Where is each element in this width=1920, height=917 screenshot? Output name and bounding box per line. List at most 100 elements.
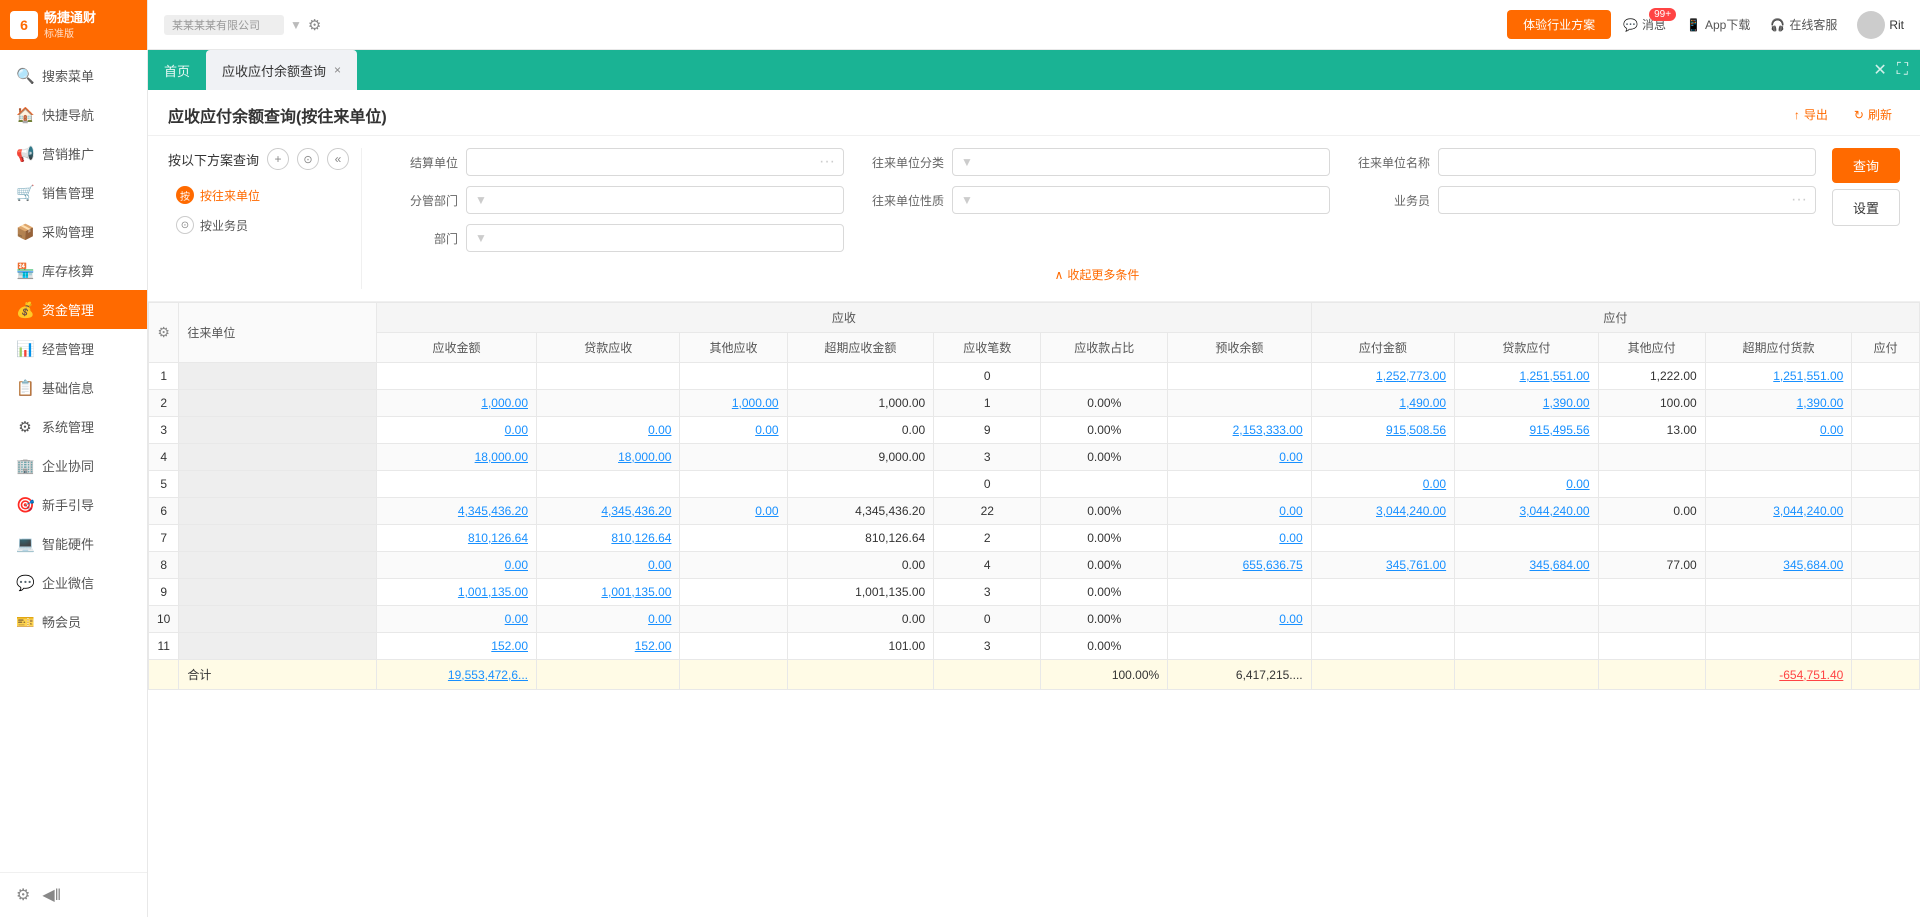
table-col-settings-icon[interactable]: ⚙ [157, 324, 170, 340]
topbar-user[interactable]: Rit [1857, 11, 1904, 39]
scheme-by-unit[interactable]: 按 按往来单位 [168, 182, 349, 208]
logo-subtitle: 标准版 [44, 25, 96, 40]
table-row: 11152.00152.00101.0030.00% [149, 633, 1920, 660]
table-row: 418,000.0018,000.009,000.0030.00%0.00 [149, 444, 1920, 471]
filter-collapse-row[interactable]: ∧ 收起更多条件 [378, 260, 1816, 289]
export-button[interactable]: ↑ 导出 [1786, 102, 1836, 127]
wechat-icon: 💬 [16, 574, 34, 592]
topbar-breadcrumb: 某某某某有限公司 ▼ ⚙ [164, 15, 1495, 35]
sidebar-item-label: 企业协同 [42, 456, 94, 475]
sidebar-item-label: 基础信息 [42, 378, 94, 397]
topbar-message[interactable]: 💬 消息 99+ [1623, 16, 1666, 33]
topbar-service[interactable]: 🎧 在线客服 [1770, 16, 1837, 33]
filter-settlement-unit: 结算单位 ··· [378, 148, 844, 176]
sidebar-item-quick-nav[interactable]: 🏠 快捷导航 [0, 95, 147, 134]
filter-fields: 结算单位 ··· 往来单位分类 ▼ 往来单位名称 [378, 148, 1816, 289]
sidebar-item-hardware[interactable]: 💻 智能硬件 [0, 524, 147, 563]
topbar-chevron[interactable]: ▼ [290, 18, 302, 32]
settings-footer-icon[interactable]: ⚙ [16, 885, 30, 905]
topbar-gear[interactable]: ⚙ [308, 16, 321, 34]
tab-home-label: 首页 [164, 61, 190, 80]
col-ap-amount: 应付金额 [1311, 333, 1454, 363]
sidebar-item-search[interactable]: 🔍 搜索菜单 [0, 56, 147, 95]
refresh-icon: ↻ [1854, 108, 1864, 122]
col-ar-amount: 应收金额 [377, 333, 537, 363]
filter-settings-button[interactable]: ⊙ [297, 148, 319, 170]
page-title: 应收应付余额查询(按往来单位) [168, 103, 387, 127]
page-header: 应收应付余额查询(按往来单位) ↑ 导出 ↻ 刷新 [148, 90, 1920, 136]
total-ar-pct: 100.00% [1041, 660, 1168, 690]
sales-icon: 🛒 [16, 184, 34, 202]
scheme-by-staff[interactable]: ⊙ 按业务员 [168, 212, 349, 238]
dept-input[interactable]: ▼ [466, 224, 844, 252]
tab-bar: 首页 应收应付余额查询 × ✕ ⛶ [148, 50, 1920, 90]
scheme-unit-label: 按往来单位 [200, 187, 260, 204]
sidebar-item-sales[interactable]: 🛒 销售管理 [0, 173, 147, 212]
query-button[interactable]: 查询 [1832, 148, 1900, 183]
sidebar-item-label: 搜索菜单 [42, 66, 94, 85]
col-ar-loan: 贷款应收 [537, 333, 680, 363]
sidebar-item-purchase[interactable]: 📦 采购管理 [0, 212, 147, 251]
collapse-sidebar-icon[interactable]: ◀‖ [42, 885, 61, 905]
filter-unit-nature: 往来单位性质 ▼ [864, 186, 1330, 214]
filter-collapse-button[interactable]: « [327, 148, 349, 170]
unit-nature-input[interactable]: ▼ [952, 186, 1330, 214]
hardware-icon: 💻 [16, 535, 34, 553]
table-row: 21,000.001,000.001,000.0010.00%1,490.001… [149, 390, 1920, 417]
unit-category-input[interactable]: ▼ [952, 148, 1330, 176]
page-inner: 应收应付余额查询(按往来单位) ↑ 导出 ↻ 刷新 按 [148, 90, 1920, 917]
scheme-list: 按 按往来单位 ⊙ 按业务员 [168, 182, 349, 238]
label-settlement-unit: 结算单位 [378, 154, 458, 171]
table-row: 7810,126.64810,126.64810,126.6420.00%0.0… [149, 525, 1920, 552]
tab-home[interactable]: 首页 [148, 50, 206, 90]
refresh-button[interactable]: ↻ 刷新 [1846, 102, 1900, 127]
sidebar-item-label: 采购管理 [42, 222, 94, 241]
tab-maximize-icon[interactable]: ⛶ [1897, 61, 1908, 79]
col-ar-other: 其他应收 [680, 333, 787, 363]
avatar [1857, 11, 1885, 39]
sidebar-item-finance[interactable]: 💰 资金管理 [0, 290, 147, 329]
settlement-unit-input[interactable]: ··· [466, 148, 844, 176]
table-row: 101,252,773.001,251,551.001,222.001,251,… [149, 363, 1920, 390]
total-ar-amount[interactable]: 19,553,472,6... [377, 660, 537, 690]
col-ap-overdue: 超期应付货款 [1705, 333, 1852, 363]
filter-add-button[interactable]: + [267, 148, 289, 170]
sidebar-item-corp[interactable]: 🏢 企业协同 [0, 446, 147, 485]
filter-unit-name: 往来单位名称 [1350, 148, 1816, 176]
sidebar-item-label: 快捷导航 [42, 105, 94, 124]
salesperson-input[interactable]: ··· [1438, 186, 1816, 214]
guide-icon: 🎯 [16, 496, 34, 514]
group-receivable-header: 应收 [377, 303, 1312, 333]
unit-name-input[interactable] [1438, 148, 1816, 176]
tab-ar-ap-label: 应收应付余额查询 [222, 61, 326, 80]
sidebar-item-label: 畅会员 [42, 612, 81, 631]
topbar: 某某某某有限公司 ▼ ⚙ 体验行业方案 💬 消息 99+ 📱 App下载 🎧 在… [148, 0, 1920, 50]
solution-button[interactable]: 体验行业方案 [1507, 10, 1611, 39]
sidebar-item-label: 库存核算 [42, 261, 94, 280]
sidebar-item-system[interactable]: ⚙ 系统管理 [0, 407, 147, 446]
main-area: 首页 应收应付余额查询 × ✕ ⛶ 应收应付余额查询(按往来单位) ↑ 导出 [148, 50, 1920, 917]
tab-close-icon[interactable]: × [334, 63, 341, 77]
settings-button[interactable]: 设置 [1832, 189, 1900, 226]
data-table: ⚙ 往来单位 应收 应付 应收金额 贷款应收 其他应收 超期应收金额 应收笔数 [148, 302, 1920, 690]
sidebar-item-guide[interactable]: 🎯 新手引导 [0, 485, 147, 524]
sidebar-item-member[interactable]: 🎫 畅会员 [0, 602, 147, 641]
purchase-icon: 📦 [16, 223, 34, 241]
collapse-label: 收起更多条件 [1067, 266, 1139, 283]
filter-dept-manage: 分管部门 ▼ [378, 186, 844, 214]
tab-close-window-icon[interactable]: ✕ [1873, 60, 1886, 80]
sidebar-item-label: 经营管理 [42, 339, 94, 358]
sidebar-item-base[interactable]: 📋 基础信息 [0, 368, 147, 407]
dept-manage-input[interactable]: ▼ [466, 186, 844, 214]
col-ar-overdue: 超期应收金额 [787, 333, 934, 363]
total-ap-overdue[interactable]: -654,751.40 [1705, 660, 1852, 690]
col-ap-loan: 贷款应付 [1455, 333, 1598, 363]
sidebar-item-operation[interactable]: 📊 经营管理 [0, 329, 147, 368]
topbar-app[interactable]: 📱 App下载 [1686, 16, 1750, 33]
sidebar-item-inventory[interactable]: 🏪 库存核算 [0, 251, 147, 290]
tab-ar-ap[interactable]: 应收应付余额查询 × [206, 50, 357, 90]
col-ar-pct: 应收款占比 [1041, 333, 1168, 363]
table-settings-header[interactable]: ⚙ [149, 303, 179, 363]
sidebar-item-marketing[interactable]: 📢 营销推广 [0, 134, 147, 173]
sidebar-item-wechat[interactable]: 💬 企业微信 [0, 563, 147, 602]
